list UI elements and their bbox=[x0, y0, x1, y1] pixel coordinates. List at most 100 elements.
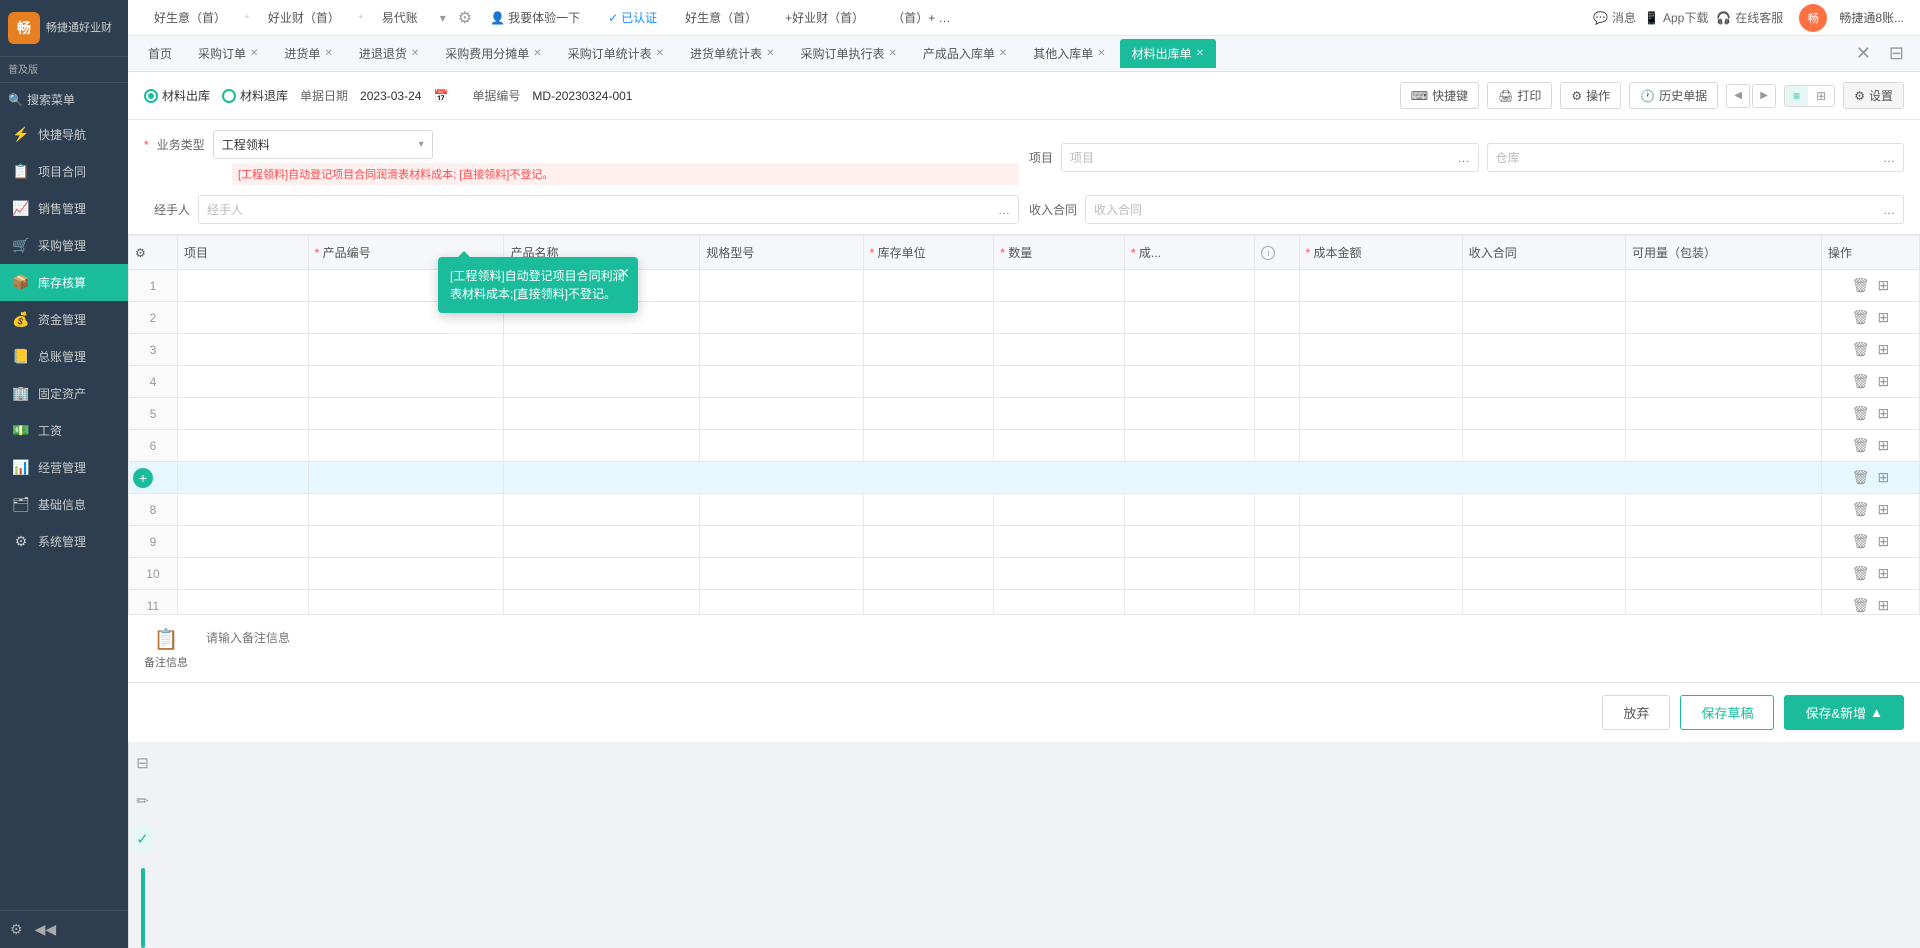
add-row-btn[interactable]: + bbox=[133, 468, 153, 488]
topbar-dropdown[interactable]: ▾ bbox=[436, 11, 450, 25]
prev-doc-btn[interactable]: ◀ bbox=[1726, 84, 1750, 108]
row-4-copy-btn[interactable]: ⊞ bbox=[1876, 371, 1892, 392]
form-settings-btn[interactable]: ⚙ 设置 bbox=[1843, 82, 1904, 109]
radio-material-return[interactable]: 材料退库 bbox=[222, 87, 288, 104]
sidebar-item-finance[interactable]: 💰 资金管理 bbox=[0, 301, 128, 338]
tab-home[interactable]: 首页 bbox=[136, 39, 184, 68]
close-tab-purchase-expense[interactable]: ✕ bbox=[533, 48, 541, 59]
tab-purchase-order[interactable]: 采购订单 ✕ bbox=[186, 39, 270, 68]
row-2-copy-btn[interactable]: ⊞ bbox=[1876, 307, 1892, 328]
tab-goods-receipt[interactable]: 进货单 ✕ bbox=[272, 39, 344, 68]
shortcut-btn[interactable]: ⌨ 快捷键 bbox=[1400, 82, 1479, 109]
topbar-gear-icon[interactable]: ⚙ bbox=[458, 8, 472, 28]
row-3-delete-btn[interactable]: 🗑 bbox=[1850, 339, 1872, 360]
close-tab-finished-goods[interactable]: ✕ bbox=[999, 48, 1007, 59]
operations-btn[interactable]: ⚙ 操作 bbox=[1560, 82, 1621, 109]
project-input[interactable]: 项目 … bbox=[1061, 143, 1479, 172]
settings-gear-icon[interactable]: ⚙ bbox=[10, 921, 23, 938]
user-name[interactable]: 畅捷通8账... bbox=[1839, 9, 1904, 26]
row-11-copy-btn[interactable]: ⊞ bbox=[1876, 595, 1892, 614]
row-2-delete-btn[interactable]: 🗑 bbox=[1850, 307, 1872, 328]
business-type-input[interactable]: 工程领料 ▾ bbox=[213, 130, 433, 159]
row-1-delete-btn[interactable]: 🗑 bbox=[1850, 275, 1872, 296]
topbar-certified[interactable]: ✓ 已认证 bbox=[598, 5, 667, 30]
sidebar-item-basic[interactable]: 🗂 基础信息 bbox=[0, 486, 128, 523]
topbar-experience[interactable]: 👤 我要体验一下 bbox=[480, 5, 590, 30]
close-tab-other-receipt[interactable]: ✕ bbox=[1097, 48, 1105, 59]
row-10-delete-btn[interactable]: 🗑 bbox=[1850, 563, 1872, 584]
row-1-copy-btn[interactable]: ⊞ bbox=[1876, 275, 1892, 296]
tab-goods-return[interactable]: 进退退货 ✕ bbox=[347, 39, 431, 68]
sidebar-item-sales[interactable]: 📈 销售管理 bbox=[0, 190, 128, 227]
sidebar-item-purchase[interactable]: 🛒 采购管理 bbox=[0, 227, 128, 264]
rpanel-table-icon[interactable]: ⊟ bbox=[132, 750, 153, 776]
sidebar-item-system[interactable]: ⚙ 系统管理 bbox=[0, 523, 128, 560]
row-6-delete-btn[interactable]: 🗑 bbox=[1850, 435, 1872, 456]
tab-purchase-exec[interactable]: 采购订单执行表 ✕ bbox=[788, 39, 908, 68]
handler-input[interactable]: 经手人 … bbox=[198, 195, 1019, 224]
close-tab-goods-receipt[interactable]: ✕ bbox=[324, 48, 332, 59]
user-avatar[interactable]: 畅 bbox=[1799, 4, 1827, 32]
tab-purchase-expense[interactable]: 采购费用分摊单 ✕ bbox=[433, 39, 553, 68]
table-view-btn[interactable]: ≡ bbox=[1785, 86, 1808, 106]
close-tab-material-issue[interactable]: ✕ bbox=[1196, 48, 1204, 59]
sidebar-item-accounting[interactable]: 📒 总账管理 bbox=[0, 338, 128, 375]
discard-btn[interactable]: 放弃 bbox=[1602, 695, 1670, 730]
topbar-message[interactable]: 💬 消息 bbox=[1593, 9, 1636, 26]
sidebar-item-payroll[interactable]: 💵 工资 bbox=[0, 412, 128, 449]
row-3-copy-btn[interactable]: ⊞ bbox=[1876, 339, 1892, 360]
info-icon[interactable]: i bbox=[1261, 246, 1275, 260]
row-7-copy-btn[interactable]: ⊞ bbox=[1876, 467, 1892, 488]
tab-manage-icon[interactable]: ⊟ bbox=[1881, 43, 1912, 64]
close-tab-purchase-exec[interactable]: ✕ bbox=[888, 48, 896, 59]
grid-view-btn[interactable]: ⊞ bbox=[1808, 86, 1834, 106]
row-11-delete-btn[interactable]: 🗑 bbox=[1850, 595, 1872, 614]
tab-other-receipt[interactable]: 其他入库单 ✕ bbox=[1021, 39, 1117, 68]
row-4-delete-btn[interactable]: 🗑 bbox=[1850, 371, 1872, 392]
save-new-btn[interactable]: 保存&新增 ▲ bbox=[1784, 695, 1904, 730]
tab-goods-stats[interactable]: 进货单统计表 ✕ bbox=[678, 39, 786, 68]
close-tab-goods-return[interactable]: ✕ bbox=[411, 48, 419, 59]
row-5-delete-btn[interactable]: 🗑 bbox=[1850, 403, 1872, 424]
print-btn[interactable]: 🖨 打印 bbox=[1487, 82, 1552, 109]
row-7-delete-btn[interactable]: 🗑 bbox=[1850, 467, 1872, 488]
topbar-good-finance[interactable]: 好业财（首） bbox=[258, 5, 350, 30]
topbar-finance2[interactable]: +好业财（首） bbox=[775, 5, 874, 30]
close-tab-goods-stats[interactable]: ✕ bbox=[766, 48, 774, 59]
row-9-copy-btn[interactable]: ⊞ bbox=[1876, 531, 1892, 552]
history-btn[interactable]: 🕐 历史单据 bbox=[1629, 82, 1718, 109]
topbar-app-download[interactable]: 📱 App下载 bbox=[1644, 9, 1708, 26]
row-5-copy-btn[interactable]: ⊞ bbox=[1876, 403, 1892, 424]
topbar-more[interactable]: （首）+ … bbox=[882, 5, 960, 30]
row-10-copy-btn[interactable]: ⊞ bbox=[1876, 563, 1892, 584]
sidebar-search[interactable]: 🔍 搜索菜单 bbox=[0, 83, 128, 116]
row-9-delete-btn[interactable]: 🗑 bbox=[1850, 531, 1872, 552]
topbar-good-business[interactable]: 好生意（首） bbox=[144, 5, 236, 30]
warehouse-input[interactable]: 仓库 … bbox=[1487, 143, 1905, 172]
next-doc-btn[interactable]: ▶ bbox=[1752, 84, 1776, 108]
add-btn-cell[interactable]: + bbox=[129, 462, 178, 494]
sidebar-item-inventory[interactable]: 📦 库存核算 bbox=[0, 264, 128, 301]
sidebar-item-assets[interactable]: 🏢 固定资产 bbox=[0, 375, 128, 412]
topbar-easy-accounting[interactable]: 易代账 bbox=[372, 5, 428, 30]
sidebar-item-operations[interactable]: 📊 经营管理 bbox=[0, 449, 128, 486]
close-all-tabs-icon[interactable]: ✕ bbox=[1848, 43, 1879, 64]
calendar-icon[interactable]: 📅 bbox=[433, 89, 448, 103]
row-8-copy-btn[interactable]: ⊞ bbox=[1876, 499, 1892, 520]
topbar-business2[interactable]: 好生意（首） bbox=[675, 5, 767, 30]
tab-purchase-stats[interactable]: 采购订单统计表 ✕ bbox=[556, 39, 676, 68]
rpanel-edit-icon[interactable]: ✏ bbox=[132, 788, 153, 814]
save-draft-btn[interactable]: 保存草稿 bbox=[1680, 695, 1774, 730]
sidebar-item-project[interactable]: 📋 项目合同 bbox=[0, 153, 128, 190]
row-8-delete-btn[interactable]: 🗑 bbox=[1850, 499, 1872, 520]
sidebar-item-shortcuts[interactable]: ⚡ 快捷导航 bbox=[0, 116, 128, 153]
notes-input[interactable] bbox=[198, 627, 1904, 649]
row-6-copy-btn[interactable]: ⊞ bbox=[1876, 435, 1892, 456]
tooltip-close-btn[interactable]: ✕ bbox=[618, 263, 630, 284]
radio-material-issue[interactable]: 材料出库 bbox=[144, 87, 210, 104]
tab-material-issue[interactable]: 材料出库单 ✕ bbox=[1120, 39, 1216, 68]
tab-finished-goods[interactable]: 产成品入库单 ✕ bbox=[911, 39, 1019, 68]
income-contract-input[interactable]: 收入合同 … bbox=[1085, 195, 1904, 224]
rpanel-green-icon[interactable]: ✓ bbox=[132, 826, 153, 852]
th-gear[interactable]: ⚙ bbox=[129, 236, 178, 270]
